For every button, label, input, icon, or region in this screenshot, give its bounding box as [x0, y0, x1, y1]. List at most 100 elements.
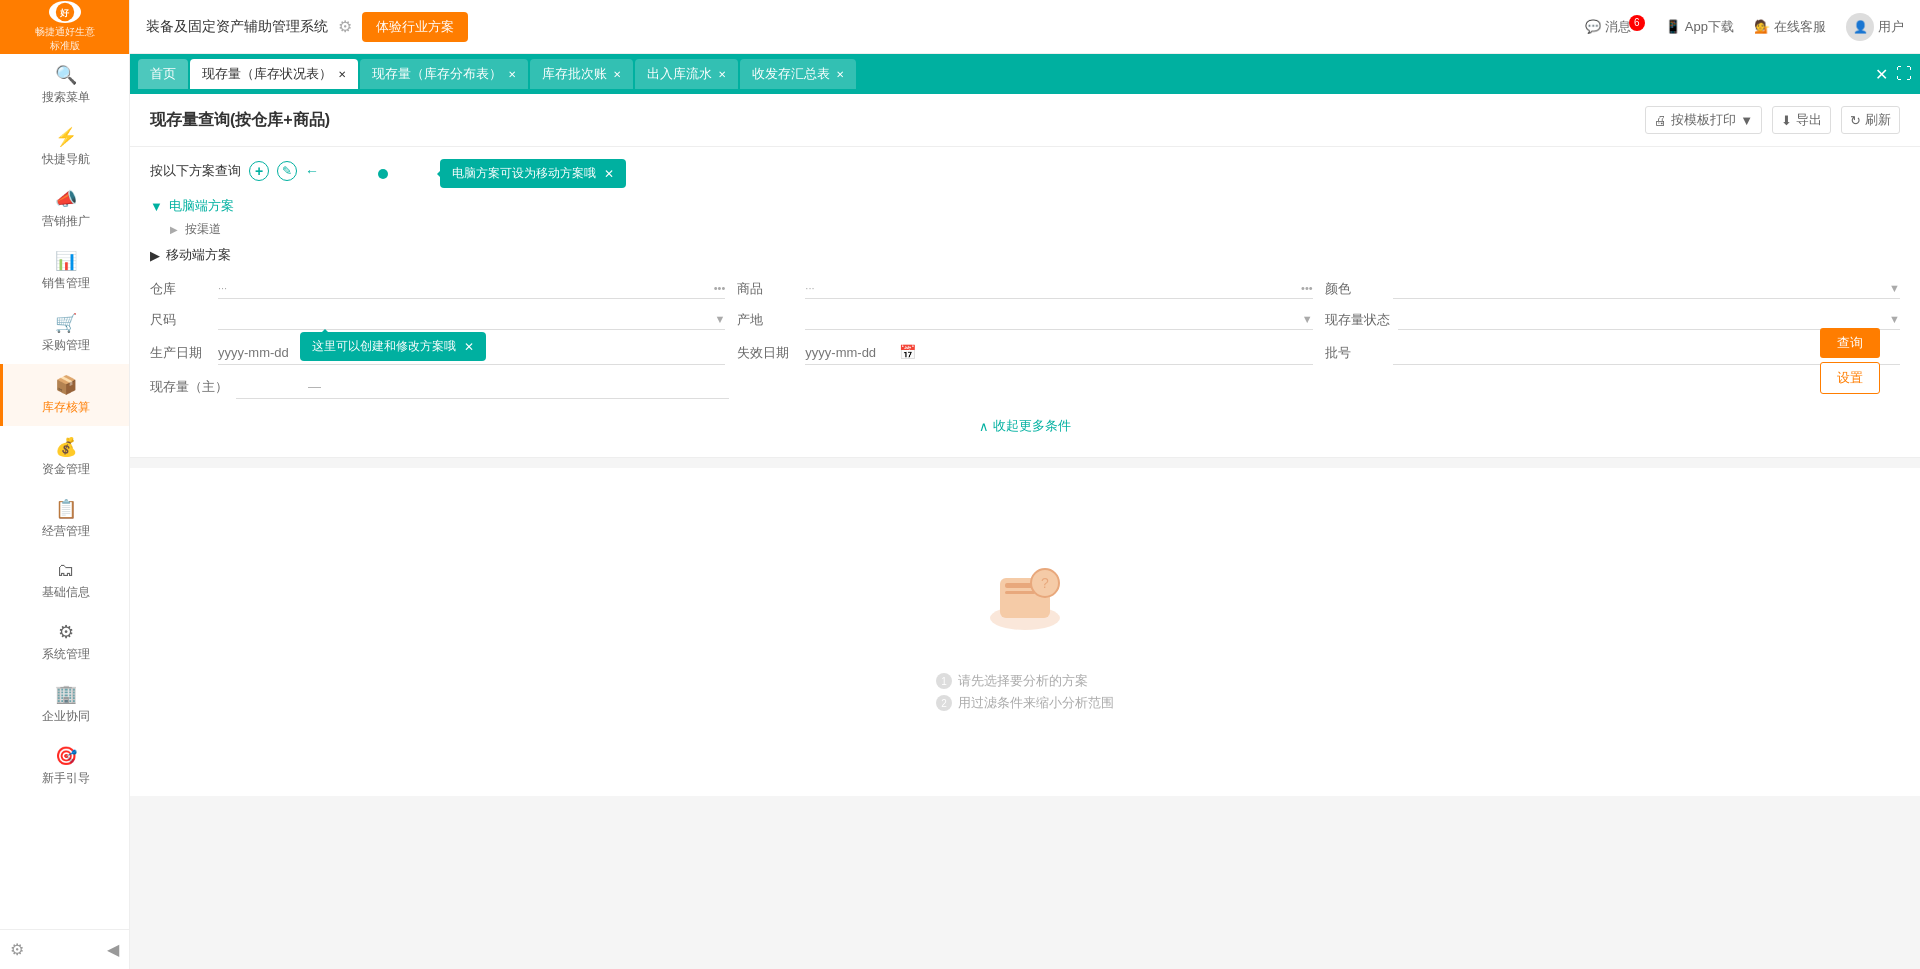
- tab-inventory-status[interactable]: 现存量（库存状况表） ✕: [190, 59, 358, 89]
- edit-tooltip-close[interactable]: ✕: [464, 340, 474, 354]
- topbar-settings-icon[interactable]: ⚙: [338, 17, 352, 36]
- print-button[interactable]: 🖨 按模板打印 ▼: [1645, 106, 1762, 134]
- warehouse-more-icon: •••: [714, 282, 726, 294]
- warehouse-select[interactable]: ··· •••: [218, 278, 725, 299]
- collapse-sidebar-icon[interactable]: ◀: [107, 940, 119, 959]
- refresh-icon: ↻: [1850, 113, 1861, 128]
- size-select[interactable]: ▼: [218, 309, 725, 330]
- sidebar-item-enterprise[interactable]: 🏢 企业协同: [0, 673, 129, 735]
- sidebar-item-quick-nav[interactable]: ⚡ 快捷导航: [0, 116, 129, 178]
- empty-tip-1: 1 请先选择要分析的方案: [936, 672, 1114, 690]
- tab-in-out-flow-close[interactable]: ✕: [718, 69, 726, 80]
- edit-tooltip: 这里可以创建和修改方案哦 ✕: [300, 332, 486, 361]
- app-download-button[interactable]: 📱 App下载: [1665, 18, 1734, 36]
- user-menu[interactable]: 👤 用户: [1846, 13, 1904, 41]
- tab-home[interactable]: 首页: [138, 59, 188, 89]
- user-avatar: 👤: [1846, 13, 1874, 41]
- settings-bottom-icon[interactable]: ⚙: [10, 940, 24, 959]
- sidebar-item-inventory[interactable]: 📦 库存核算: [0, 364, 129, 426]
- export-label: 导出: [1796, 111, 1822, 129]
- search-button[interactable]: 查询: [1820, 328, 1880, 358]
- tab-batch-account[interactable]: 库存批次账 ✕: [530, 59, 633, 89]
- reset-button[interactable]: 设置: [1820, 362, 1880, 394]
- sidebar-item-purchase[interactable]: 🛒 采购管理: [0, 302, 129, 364]
- expiry-date-input[interactable]: [805, 345, 895, 360]
- sidebar-item-operation[interactable]: 📋 经营管理: [0, 488, 129, 550]
- message-button[interactable]: 💬 消息 6: [1585, 18, 1645, 36]
- tab-receive-summary-close[interactable]: ✕: [836, 69, 844, 80]
- sales-icon: 📊: [55, 250, 77, 272]
- svg-text:?: ?: [1041, 575, 1049, 591]
- system-icon: ⚙: [58, 621, 74, 643]
- export-button[interactable]: ⬇ 导出: [1772, 106, 1831, 134]
- scheme-mobile-label: 移动端方案: [166, 246, 231, 264]
- online-service-button[interactable]: 💁 在线客服: [1754, 18, 1826, 36]
- goods-more-icon: •••: [1301, 282, 1313, 294]
- sidebar-item-basic[interactable]: 🗂 基础信息: [0, 550, 129, 611]
- tab-receive-summary[interactable]: 收发存汇总表 ✕: [740, 59, 856, 89]
- sidebar-item-marketing[interactable]: 📣 营销推广: [0, 178, 129, 240]
- edit-scheme-button[interactable]: ✎: [277, 161, 297, 181]
- tab-in-out-flow-label: 出入库流水: [647, 65, 712, 83]
- tab-in-out-flow[interactable]: 出入库流水 ✕: [635, 59, 738, 89]
- sidebar-item-sales[interactable]: 📊 销售管理: [0, 240, 129, 302]
- expand-tabs-icon[interactable]: ⛶: [1896, 65, 1912, 84]
- marketing-icon: 📣: [55, 188, 77, 210]
- scheme-item-mobile[interactable]: ▶ 移动端方案: [150, 242, 1900, 268]
- sidebar-item-guide[interactable]: 🎯 新手引导: [0, 735, 129, 797]
- sidebar-item-search-label: 搜索菜单: [42, 89, 90, 106]
- empty-state: ? 1 请先选择要分析的方案 2 用过滤条件来缩小分析范围: [130, 468, 1920, 796]
- tab-inventory-dist[interactable]: 现存量（库存分布表） ✕: [360, 59, 528, 89]
- app-download-label: App下载: [1685, 18, 1734, 36]
- sidebar-item-purchase-label: 采购管理: [42, 337, 90, 354]
- sidebar: 好 畅捷通好生意 标准版 🔍 搜索菜单 ⚡ 快捷导航 📣 营销推广 📊 销售管理…: [0, 0, 130, 969]
- refresh-label: 刷新: [1865, 111, 1891, 129]
- refresh-button[interactable]: ↻ 刷新: [1841, 106, 1900, 134]
- stock-main-from[interactable]: [236, 379, 296, 394]
- sidebar-item-finance[interactable]: 💰 资金管理: [0, 426, 129, 488]
- expiry-date-label: 失效日期: [737, 344, 797, 362]
- color-select[interactable]: ▼: [1393, 278, 1900, 299]
- tab-inventory-dist-close[interactable]: ✕: [508, 69, 516, 80]
- topbar-right: 💬 消息 6 📱 App下载 💁 在线客服 👤 用户: [1585, 13, 1904, 41]
- goods-select[interactable]: ··· •••: [805, 278, 1312, 299]
- warehouse-field: 仓库 ··· •••: [150, 278, 725, 299]
- close-all-tabs-icon[interactable]: ✕: [1875, 65, 1888, 84]
- purchase-icon: 🛒: [55, 312, 77, 334]
- collapse-label: 收起更多条件: [993, 417, 1071, 435]
- scheme-tooltip-close[interactable]: ✕: [604, 167, 614, 181]
- origin-select[interactable]: ▼: [805, 309, 1312, 330]
- export-icon: ⬇: [1781, 113, 1792, 128]
- tab-batch-account-close[interactable]: ✕: [613, 69, 621, 80]
- tab-batch-account-label: 库存批次账: [542, 65, 607, 83]
- message-badge: 6: [1629, 15, 1645, 31]
- sidebar-item-system[interactable]: ⚙ 系统管理: [0, 611, 129, 673]
- sidebar-item-search[interactable]: 🔍 搜索菜单: [0, 54, 129, 116]
- stock-main-to[interactable]: [333, 379, 393, 394]
- add-scheme-button[interactable]: +: [249, 161, 269, 181]
- inventory-icon: 📦: [55, 374, 77, 396]
- stock-status-select[interactable]: ▼: [1398, 309, 1900, 330]
- trial-industry-button[interactable]: 体验行业方案: [362, 12, 468, 42]
- print-label: 按模板打印: [1671, 111, 1736, 129]
- topbar: 装备及固定资产辅助管理系统 ⚙ 体验行业方案 💬 消息 6 📱 App下载 💁 …: [130, 0, 1920, 54]
- svg-text:好: 好: [58, 8, 69, 18]
- scheme-arrow-left[interactable]: ←: [305, 163, 319, 179]
- message-label: 消息: [1605, 18, 1631, 36]
- stock-main-label: 现存量（主）: [150, 378, 228, 396]
- sub-scheme-label[interactable]: ▶ 按渠道: [150, 219, 1900, 242]
- sidebar-item-finance-label: 资金管理: [42, 461, 90, 478]
- color-label: 颜色: [1325, 280, 1385, 298]
- collapse-button[interactable]: ∧ 收起更多条件: [150, 409, 1900, 443]
- expiry-date-calendar-icon[interactable]: 📅: [899, 344, 916, 360]
- tab-receive-summary-label: 收发存汇总表: [752, 65, 830, 83]
- tab-inventory-status-close[interactable]: ✕: [338, 69, 346, 80]
- phone-icon: 📱: [1665, 19, 1681, 34]
- goods-placeholder: ···: [805, 282, 814, 294]
- svg-rect-5: [1005, 591, 1035, 594]
- page-title: 现存量查询(按仓库+商品): [150, 110, 330, 131]
- empty-tip-2: 2 用过滤条件来缩小分析范围: [936, 694, 1114, 712]
- size-label: 尺码: [150, 311, 210, 329]
- production-date-input[interactable]: [218, 345, 308, 360]
- scheme-item-pc[interactable]: ▼ 电脑端方案: [150, 193, 1900, 219]
